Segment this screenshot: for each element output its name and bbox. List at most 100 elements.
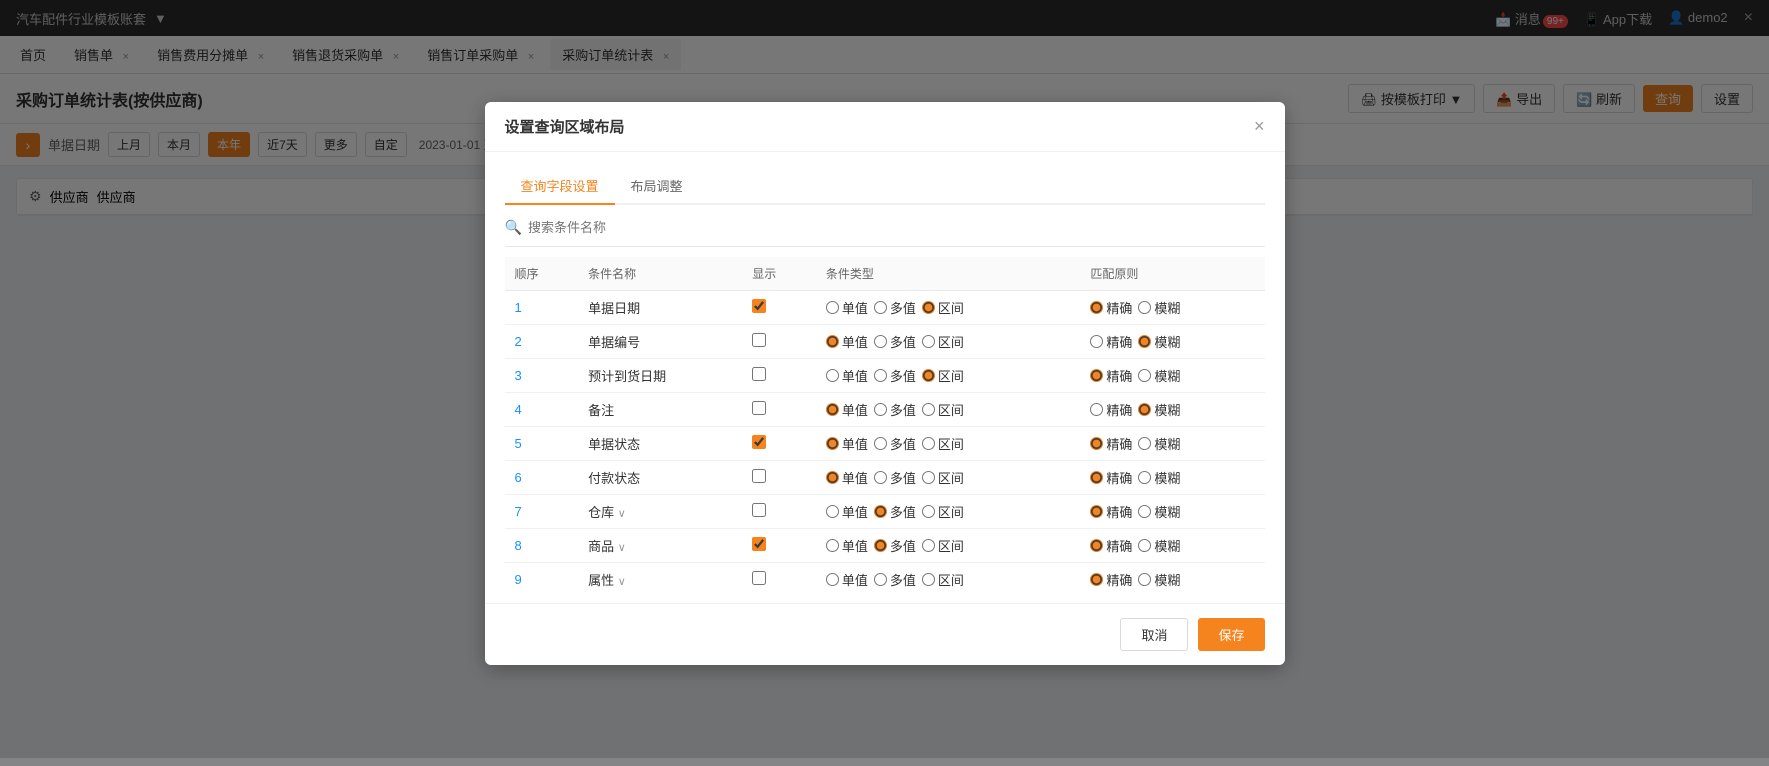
row-condition-type: 单值多值区间 bbox=[816, 392, 1080, 426]
radio-match-exact[interactable]: 精确 bbox=[1090, 536, 1132, 555]
radio-type-range[interactable]: 区间 bbox=[922, 536, 964, 555]
modal-close-button[interactable]: × bbox=[1254, 117, 1265, 135]
row-display-checkbox[interactable] bbox=[752, 333, 766, 347]
radio-match-fuzzy[interactable]: 模糊 bbox=[1138, 468, 1180, 487]
radio-match-fuzzy[interactable]: 模糊 bbox=[1138, 536, 1180, 555]
radio-match-fuzzy[interactable]: 模糊 bbox=[1138, 366, 1180, 385]
row-order: 7 bbox=[505, 494, 579, 528]
modal-overlay: 设置查询区域布局 × 查询字段设置 布局调整 🔍 顺序 bbox=[0, 0, 1769, 766]
row-match-principle: 精确模糊 bbox=[1080, 426, 1264, 460]
th-match: 匹配原则 bbox=[1080, 257, 1264, 291]
row-name: 商品 ∨ bbox=[578, 528, 742, 562]
radio-type-range[interactable]: 区间 bbox=[922, 332, 964, 351]
row-order: 4 bbox=[505, 392, 579, 426]
radio-type-range[interactable]: 区间 bbox=[922, 570, 964, 587]
row-condition-type: 单值多值区间 bbox=[816, 528, 1080, 562]
radio-match-exact[interactable]: 精确 bbox=[1090, 298, 1132, 317]
radio-type-single[interactable]: 单值 bbox=[826, 366, 868, 385]
radio-type-single[interactable]: 单值 bbox=[826, 400, 868, 419]
modal-header: 设置查询区域布局 × bbox=[485, 102, 1285, 152]
tab-query-fields[interactable]: 查询字段设置 bbox=[505, 168, 615, 205]
radio-type-range[interactable]: 区间 bbox=[922, 400, 964, 419]
row-order: 2 bbox=[505, 324, 579, 358]
row-order: 9 bbox=[505, 562, 579, 587]
row-name: 备注 bbox=[578, 392, 742, 426]
radio-match-exact[interactable]: 精确 bbox=[1090, 434, 1132, 453]
radio-match-fuzzy[interactable]: 模糊 bbox=[1138, 502, 1180, 521]
radio-type-single[interactable]: 单值 bbox=[826, 502, 868, 521]
row-display-checkbox-cell bbox=[742, 324, 816, 358]
row-display-checkbox[interactable] bbox=[752, 503, 766, 517]
row-display-checkbox-cell bbox=[742, 460, 816, 494]
row-display-checkbox[interactable] bbox=[752, 299, 766, 313]
radio-match-fuzzy[interactable]: 模糊 bbox=[1138, 400, 1180, 419]
radio-type-multi[interactable]: 多值 bbox=[874, 298, 916, 317]
row-condition-type: 单值多值区间 bbox=[816, 426, 1080, 460]
radio-type-range[interactable]: 区间 bbox=[922, 468, 964, 487]
tab-layout-adjust[interactable]: 布局调整 bbox=[615, 168, 699, 205]
row-display-checkbox-cell bbox=[742, 426, 816, 460]
row-condition-type: 单值多值区间 bbox=[816, 290, 1080, 324]
radio-type-multi[interactable]: 多值 bbox=[874, 468, 916, 487]
table-row: 5单据状态单值多值区间精确模糊 bbox=[505, 426, 1265, 460]
radio-type-multi[interactable]: 多值 bbox=[874, 400, 916, 419]
radio-match-fuzzy[interactable]: 模糊 bbox=[1138, 434, 1180, 453]
radio-type-multi[interactable]: 多值 bbox=[874, 366, 916, 385]
row-display-checkbox-cell bbox=[742, 528, 816, 562]
radio-type-range[interactable]: 区间 bbox=[922, 434, 964, 453]
config-table: 顺序 条件名称 显示 条件类型 匹配原则 1单据日期单值多值区间精确模糊2单据编… bbox=[505, 257, 1265, 587]
row-display-checkbox[interactable] bbox=[752, 571, 766, 585]
row-match-principle: 精确模糊 bbox=[1080, 494, 1264, 528]
radio-type-single[interactable]: 单值 bbox=[826, 468, 868, 487]
row-display-checkbox[interactable] bbox=[752, 537, 766, 551]
row-display-checkbox-cell bbox=[742, 290, 816, 324]
row-order: 8 bbox=[505, 528, 579, 562]
th-type: 条件类型 bbox=[816, 257, 1080, 291]
save-button[interactable]: 保存 bbox=[1198, 618, 1264, 651]
search-input[interactable] bbox=[528, 220, 1265, 235]
radio-type-range[interactable]: 区间 bbox=[922, 502, 964, 521]
th-order: 顺序 bbox=[505, 257, 579, 291]
row-match-principle: 精确模糊 bbox=[1080, 290, 1264, 324]
radio-type-range[interactable]: 区间 bbox=[922, 298, 964, 317]
radio-match-exact[interactable]: 精确 bbox=[1090, 366, 1132, 385]
row-display-checkbox[interactable] bbox=[752, 435, 766, 449]
cancel-button[interactable]: 取消 bbox=[1120, 618, 1188, 651]
radio-type-multi[interactable]: 多值 bbox=[874, 536, 916, 555]
radio-match-exact[interactable]: 精确 bbox=[1090, 400, 1132, 419]
th-display: 显示 bbox=[742, 257, 816, 291]
radio-match-exact[interactable]: 精确 bbox=[1090, 332, 1132, 351]
row-match-principle: 精确模糊 bbox=[1080, 528, 1264, 562]
radio-type-single[interactable]: 单值 bbox=[826, 570, 868, 587]
radio-type-multi[interactable]: 多值 bbox=[874, 502, 916, 521]
row-display-checkbox[interactable] bbox=[752, 367, 766, 381]
row-name: 单据状态 bbox=[578, 426, 742, 460]
radio-type-multi[interactable]: 多值 bbox=[874, 332, 916, 351]
row-order: 1 bbox=[505, 290, 579, 324]
radio-type-single[interactable]: 单值 bbox=[826, 298, 868, 317]
radio-type-multi[interactable]: 多值 bbox=[874, 434, 916, 453]
radio-type-single[interactable]: 单值 bbox=[826, 332, 868, 351]
row-name: 属性 ∨ bbox=[578, 562, 742, 587]
row-display-checkbox[interactable] bbox=[752, 469, 766, 483]
radio-type-single[interactable]: 单值 bbox=[826, 536, 868, 555]
row-name: 付款状态 bbox=[578, 460, 742, 494]
radio-match-fuzzy[interactable]: 模糊 bbox=[1138, 570, 1180, 587]
radio-match-exact[interactable]: 精确 bbox=[1090, 468, 1132, 487]
row-condition-type: 单值多值区间 bbox=[816, 324, 1080, 358]
row-name: 单据日期 bbox=[578, 290, 742, 324]
radio-match-fuzzy[interactable]: 模糊 bbox=[1138, 298, 1180, 317]
row-condition-type: 单值多值区间 bbox=[816, 562, 1080, 587]
row-display-checkbox-cell bbox=[742, 358, 816, 392]
radio-type-single[interactable]: 单值 bbox=[826, 434, 868, 453]
table-row: 2单据编号单值多值区间精确模糊 bbox=[505, 324, 1265, 358]
radio-match-fuzzy[interactable]: 模糊 bbox=[1138, 332, 1180, 351]
row-name: 单据编号 bbox=[578, 324, 742, 358]
row-match-principle: 精确模糊 bbox=[1080, 392, 1264, 426]
radio-type-multi[interactable]: 多值 bbox=[874, 570, 916, 587]
row-display-checkbox[interactable] bbox=[752, 401, 766, 415]
row-condition-type: 单值多值区间 bbox=[816, 358, 1080, 392]
radio-type-range[interactable]: 区间 bbox=[922, 366, 964, 385]
radio-match-exact[interactable]: 精确 bbox=[1090, 570, 1132, 587]
radio-match-exact[interactable]: 精确 bbox=[1090, 502, 1132, 521]
